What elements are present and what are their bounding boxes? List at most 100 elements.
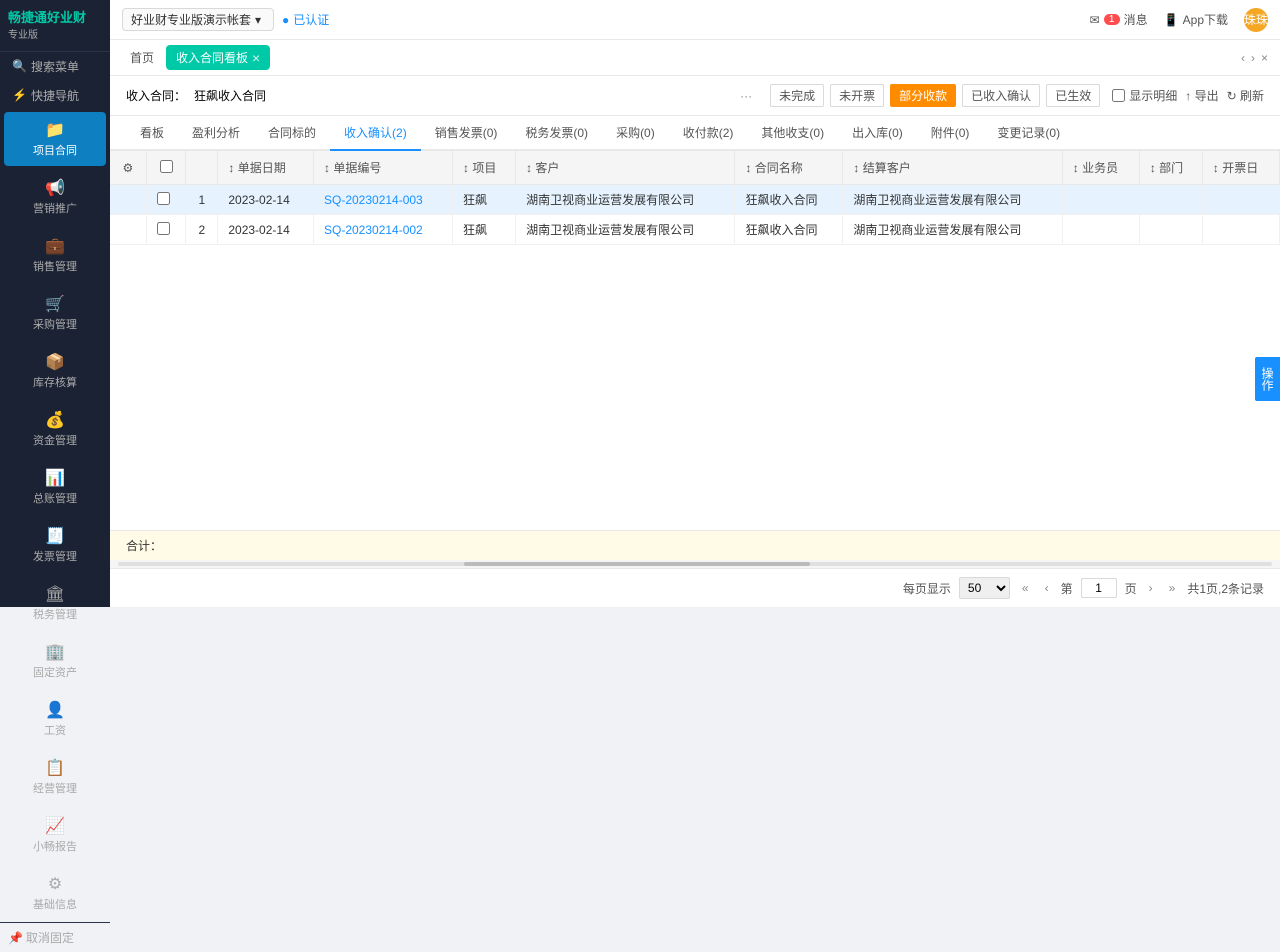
sidebar-item-marketing[interactable]: 📢 营销推广 xyxy=(4,170,106,224)
tab-active[interactable]: 收入合同看板 × xyxy=(166,45,270,70)
page-first-btn[interactable]: « xyxy=(1018,579,1033,597)
sidebar-item-tax[interactable]: 🏛 税务管理 xyxy=(4,576,106,630)
row-order-no[interactable]: SQ-20230214-002 xyxy=(313,215,452,245)
sidebar-item-invoice[interactable]: 🧾 发票管理 xyxy=(4,518,106,572)
tab-change-log[interactable]: 变更记录(0) xyxy=(983,116,1074,151)
refresh-btn[interactable]: ↻ 刷新 xyxy=(1227,87,1264,104)
user-avatar-btn[interactable]: 珠珠 xyxy=(1244,8,1268,32)
tab-sales-invoice[interactable]: 销售发票(0) xyxy=(421,116,512,151)
table-row[interactable]: 2 2023-02-14 SQ-20230214-002 狂飙 湖南卫视商业运营… xyxy=(110,215,1280,245)
row-customer: 湖南卫视商业运营发展有限公司 xyxy=(516,185,735,215)
status-confirmed[interactable]: 已收入确认 xyxy=(962,84,1040,107)
tab-payment[interactable]: 收付款(2) xyxy=(669,116,748,151)
export-btn[interactable]: ↑ 导出 xyxy=(1185,87,1218,104)
row-invoice-date xyxy=(1202,215,1279,245)
tax-invoice-label: 税务发票(0) xyxy=(525,126,588,140)
display-detail-checkbox[interactable] xyxy=(1112,89,1125,102)
status-no-invoice[interactable]: 未开票 xyxy=(830,84,884,107)
sidebar-item-operations[interactable]: 📋 经营管理 xyxy=(4,750,106,804)
tab-warehouse[interactable]: 出入库(0) xyxy=(838,116,917,151)
contract-status-buttons: 未完成 未开票 部分收款 已收入确认 已生效 xyxy=(770,84,1100,107)
pin-icon: 📌 xyxy=(8,931,23,945)
page-prev-btn[interactable]: ‹ xyxy=(1041,579,1053,597)
row-checkbox[interactable] xyxy=(146,215,185,245)
tab-home[interactable]: 首页 xyxy=(122,45,162,70)
contract-name: 狂飙收入合同 xyxy=(194,87,266,104)
sidebar-item-search[interactable]: 🔍 搜索菜单 xyxy=(0,52,110,81)
sidebar-item-project[interactable]: 📁 项目合同 xyxy=(4,112,106,166)
row-select-checkbox[interactable] xyxy=(157,192,170,205)
tabbar-controls: ‹ › × xyxy=(1241,51,1268,65)
company-selector[interactable]: 好业财专业版演示帐套 ▾ xyxy=(122,8,274,31)
order-no-link[interactable]: SQ-20230214-003 xyxy=(324,193,423,207)
tabbar: 首页 收入合同看板 × ‹ › × xyxy=(110,40,1280,76)
col-salesperson: ↕ 业务员 xyxy=(1062,151,1139,185)
scrollbar-thumb[interactable] xyxy=(464,562,810,566)
download-icon: 📱 xyxy=(1164,13,1179,27)
sidebar-item-inventory[interactable]: 📦 库存核算 xyxy=(4,344,106,398)
sidebar-item-quick-nav[interactable]: ⚡ 快捷导航 xyxy=(0,81,110,110)
status-partial-collect[interactable]: 部分收款 xyxy=(890,84,956,107)
sidebar-item-basic[interactable]: ⚙ 基础信息 xyxy=(4,866,106,920)
sidebar-item-reports[interactable]: 📈 小畅报告 xyxy=(4,808,106,862)
row-order-no[interactable]: SQ-20230214-003 xyxy=(313,185,452,215)
sidebar: 畅捷通好业财 专业版 🔍 搜索菜单 ⚡ 快捷导航 📁 项目合同 📢 营销推广 💼… xyxy=(0,0,110,607)
tab-contract-mark[interactable]: 合同标的 xyxy=(254,116,330,151)
per-page-select[interactable]: 50 20 100 xyxy=(959,577,1010,599)
col-settings[interactable]: ⚙ xyxy=(110,151,146,185)
more-btn[interactable]: ··· xyxy=(734,87,758,105)
message-icon: ✉ xyxy=(1090,13,1100,27)
sidebar-item-fixed-assets[interactable]: 🏢 固定资产 xyxy=(4,634,106,688)
sidebar-item-label: 经营管理 xyxy=(33,780,77,796)
sidebar-item-label: 总账管理 xyxy=(33,490,77,506)
row-select-checkbox[interactable] xyxy=(157,222,170,235)
message-btn[interactable]: ✉ 1 消息 xyxy=(1090,11,1148,28)
row-salesperson xyxy=(1062,185,1139,215)
tax-icon: 🏛 xyxy=(45,584,65,604)
tab-tax-invoice[interactable]: 税务发票(0) xyxy=(511,116,602,151)
tab-next-btn[interactable]: › xyxy=(1251,51,1255,65)
status-incomplete[interactable]: 未完成 xyxy=(770,84,824,107)
sidebar-item-finance[interactable]: 💰 资金管理 xyxy=(4,402,106,456)
status-effective[interactable]: 已生效 xyxy=(1046,84,1100,107)
table-row[interactable]: 1 2023-02-14 SQ-20230214-003 狂飙 湖南卫视商业运营… xyxy=(110,185,1280,215)
tab-other-income[interactable]: 其他收支(0) xyxy=(747,116,838,151)
horizontal-scrollbar[interactable] xyxy=(110,560,1280,568)
contract-title: 收入合同： 狂飙收入合同 xyxy=(126,87,266,104)
tab-close-btn[interactable]: × xyxy=(252,50,260,66)
col-checkbox[interactable] xyxy=(146,151,185,185)
row-settle-customer: 湖南卫视商业运营发展有限公司 xyxy=(843,215,1062,245)
col-customer: ↕ 客户 xyxy=(516,151,735,185)
sidebar-item-label: 项目合同 xyxy=(33,142,77,158)
row-checkbox[interactable] xyxy=(146,185,185,215)
tab-close-all-btn[interactable]: × xyxy=(1261,51,1268,65)
order-no-link[interactable]: SQ-20230214-002 xyxy=(324,223,423,237)
display-detail-toggle[interactable]: 显示明细 xyxy=(1112,87,1177,104)
app-download-btn[interactable]: 📱 App下载 xyxy=(1164,11,1228,28)
col-num xyxy=(186,151,218,185)
certified-text: 已认证 xyxy=(293,11,329,28)
avatar: 珠珠 xyxy=(1244,8,1268,32)
sidebar-item-hr[interactable]: 👤 工资 xyxy=(4,692,106,746)
page-next-btn[interactable]: › xyxy=(1145,579,1157,597)
tab-profit[interactable]: 盈利分析 xyxy=(178,116,254,151)
page-number-input[interactable] xyxy=(1081,578,1117,598)
sidebar-item-purchase[interactable]: 🛒 采购管理 xyxy=(4,286,106,340)
sidebar-item-sales[interactable]: 💼 销售管理 xyxy=(4,228,106,282)
row-settle-customer: 湖南卫视商业运营发展有限公司 xyxy=(843,185,1062,215)
float-action-btn[interactable]: 操作 xyxy=(1255,357,1280,401)
tab-kanban[interactable]: 看板 xyxy=(126,116,178,151)
reports-icon: 📈 xyxy=(45,816,65,836)
search-icon: 🔍 xyxy=(12,59,27,73)
select-all-checkbox[interactable] xyxy=(160,160,173,173)
sidebar-item-general[interactable]: 📊 总账管理 xyxy=(4,460,106,514)
tab-income-confirm[interactable]: 收入确认(2) xyxy=(330,116,421,151)
tab-purchase[interactable]: 采购(0) xyxy=(602,116,669,151)
company-name: 好业财专业版演示帐套 xyxy=(131,11,251,28)
payment-label: 收付款(2) xyxy=(683,126,734,140)
tab-attachment[interactable]: 附件(0) xyxy=(917,116,984,151)
topbar: 好业财专业版演示帐套 ▾ 已认证 ✉ 1 消息 📱 App下载 珠珠 xyxy=(110,0,1280,40)
page-last-btn[interactable]: » xyxy=(1165,579,1180,597)
tab-prev-btn[interactable]: ‹ xyxy=(1241,51,1245,65)
sidebar-unpin[interactable]: 📌 取消固定 xyxy=(0,922,110,952)
